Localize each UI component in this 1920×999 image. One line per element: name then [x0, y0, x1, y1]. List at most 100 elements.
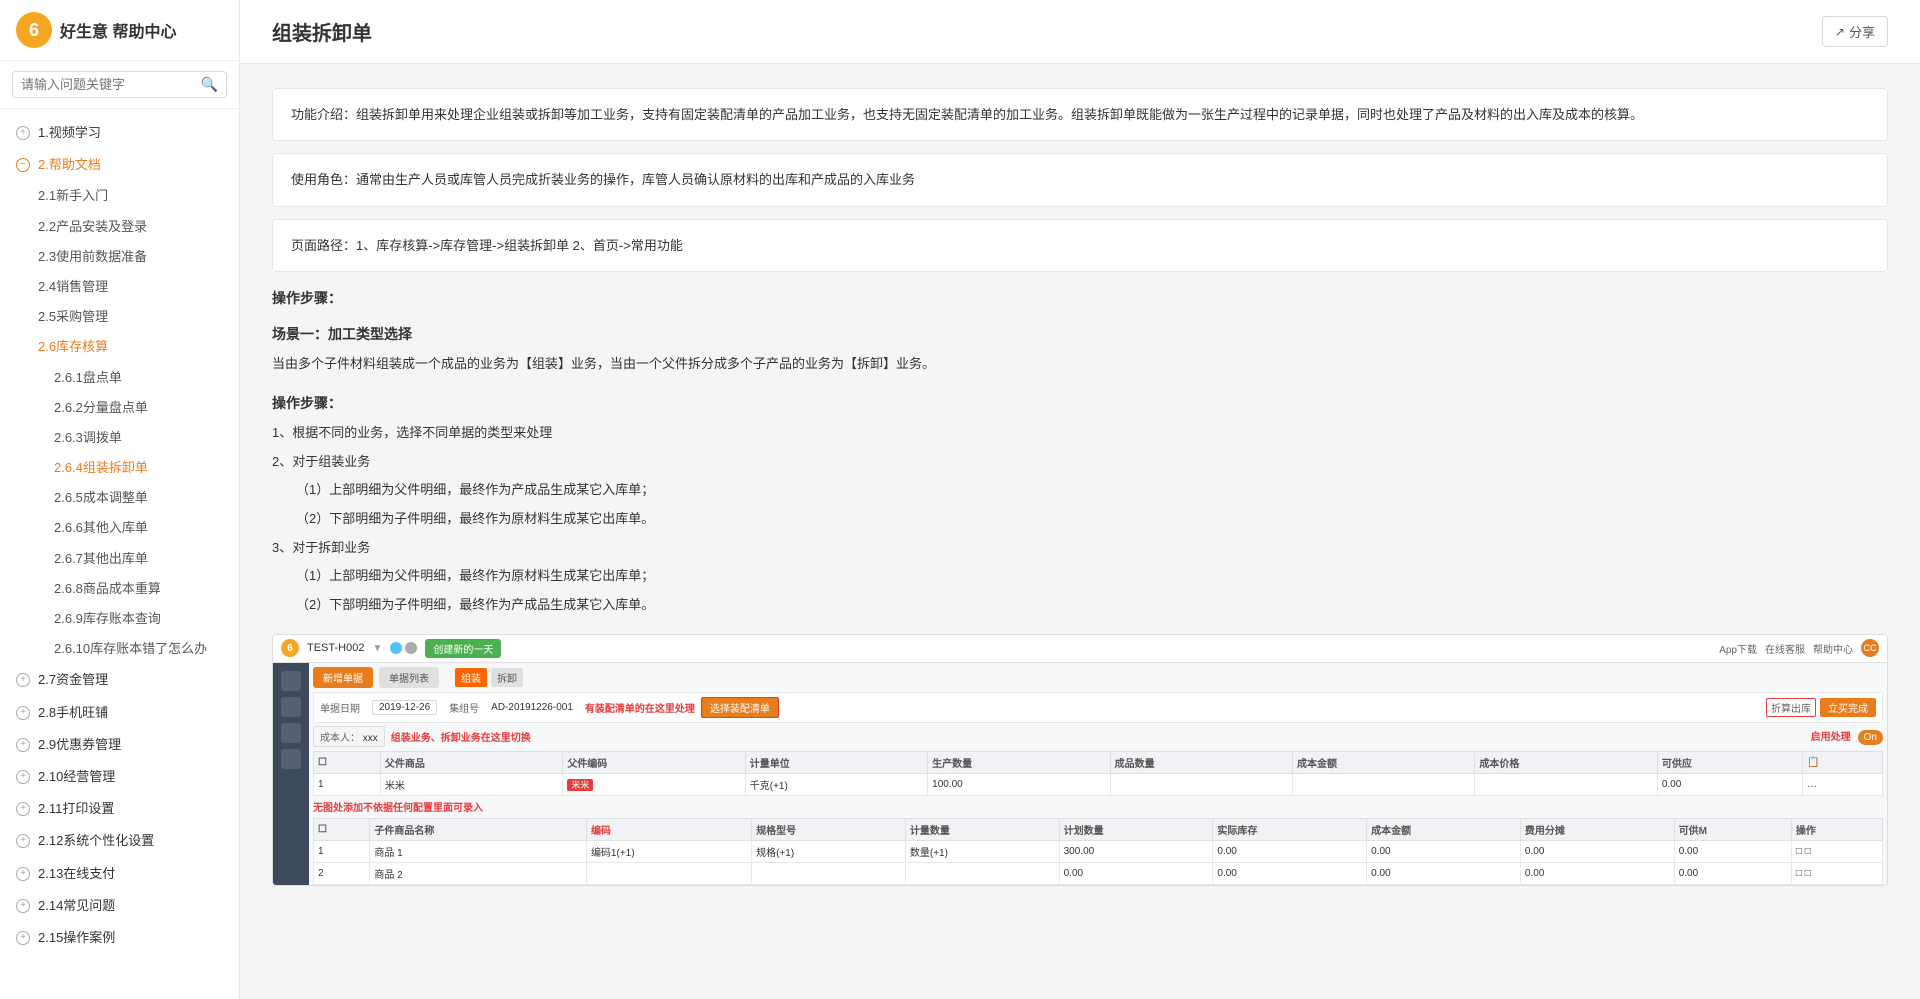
lower-table: ☐ 子件商品名称 编码 规格型号 计量数量 计划数量 实际库存 成本金额 费用分: [313, 818, 1883, 886]
expand-icon10: +: [16, 931, 30, 945]
lcell-actual2: 0.00: [1213, 862, 1367, 884]
code-badge: 米米: [567, 779, 593, 791]
search-wrap[interactable]: 🔍: [12, 71, 227, 98]
lcol-actual: 实际库存: [1213, 818, 1367, 840]
col-available: 可供应: [1657, 751, 1802, 773]
sidebar-item-video[interactable]: + 1.视频学习: [0, 117, 239, 149]
sidebar-item-other-out[interactable]: 2.6.7其他出库单: [0, 544, 239, 574]
sidebar-item-sales[interactable]: 2.4销售管理: [0, 272, 239, 302]
logo-icon: 6: [16, 12, 52, 48]
app-download: App下载: [1719, 641, 1757, 656]
sidebar-item-operations[interactable]: + 2.10经营管理: [0, 761, 239, 793]
sidebar-item-data-prep[interactable]: 2.3使用前数据准备: [0, 242, 239, 272]
app-form-row2: 成本人： xxx 组装业务、拆卸业务在这里切换 启用处理 On: [313, 726, 1883, 747]
lcol-qty2: 计量数量: [905, 818, 1059, 840]
lcell-code1: 编码1(+1): [586, 840, 751, 862]
sidebar-item-assembly[interactable]: 2.6.4组装拆卸单: [0, 453, 239, 483]
upper-table: ☐ 父件商品 父件编码 计量单位 生产数量 成品数量 成本金额 成本价格 可供应: [313, 751, 1883, 796]
lcell-spec1: 规格(+1): [752, 840, 906, 862]
lcell-avail2a: 0.00: [1674, 862, 1791, 884]
cell-comp-qty: [1110, 773, 1292, 795]
sidebar-item-coupon[interactable]: + 2.9优惠券管理: [0, 729, 239, 761]
lcell-spec3: [752, 884, 906, 886]
cell-checkbox: 1: [314, 773, 381, 795]
annotation-process: 启用处理 On: [1811, 728, 1883, 745]
sidebar-item-payment[interactable]: + 2.13在线支付: [0, 858, 239, 890]
sidebar-item-print[interactable]: + 2.11打印设置: [0, 793, 239, 825]
store-label: 折算出库: [1766, 698, 1816, 717]
lcell-name3: [370, 884, 587, 886]
disassemble-tab: 拆卸: [491, 668, 523, 687]
step-3-2: （2）下部明细为子件明细，最终作为产成品生成某它入库单。: [272, 593, 1888, 618]
info-block-role: 使用角色：通常由生产人员或库管人员完成折装业务的操作，库管人员确认原材料的出库和…: [272, 153, 1888, 206]
lcol-subcode: 编码: [586, 818, 751, 840]
sidebar-item-ledger-error[interactable]: 2.6.10库存账本错了怎么办: [0, 634, 239, 664]
lcell-alloc2: 0.00: [1520, 862, 1674, 884]
sidebar-item-label: 2.8手机旺铺: [38, 704, 108, 722]
sidebar-item-label: 2.12系统个性化设置: [38, 832, 154, 850]
sidebar-item-mobile[interactable]: + 2.8手机旺铺: [0, 697, 239, 729]
app-tab-list: 单据列表: [379, 667, 439, 688]
store-area: 折算出库 立买完成: [1766, 698, 1876, 717]
lcell-qty2a: [905, 862, 1059, 884]
lcol-spec: 规格型号: [752, 818, 906, 840]
inventory-label: 2.6库存核算: [38, 339, 108, 354]
sidebar-item-other-in[interactable]: 2.6.6其他入库单: [0, 513, 239, 543]
sidebar-item-stock-detail[interactable]: 2.6.2分量盘点单: [0, 393, 239, 423]
lcell-alloc3: [1520, 884, 1674, 886]
step-2: 2、对于组装业务: [272, 450, 1888, 475]
lower-annotation-text: 无图处添加不依据任何配置里面可录入: [313, 799, 483, 814]
sidebar-item-cost-adjust[interactable]: 2.6.5成本调整单: [0, 483, 239, 513]
annotation-area: 有装配清单的在这里处理 选择装配清单: [585, 697, 779, 718]
sidebar-header: 6 好生意 帮助中心: [0, 0, 239, 61]
topbar-dot2: [405, 642, 417, 654]
expand-icon9: +: [16, 899, 30, 913]
form-sub-info: 成本人： xxx: [313, 726, 385, 747]
cell-item: 米米: [380, 773, 562, 795]
sidebar-item-finance[interactable]: + 2.7资金管理: [0, 664, 239, 696]
main-content: 组装拆卸单 ↗ 分享 功能介绍：组装拆卸单用来处理企业组装或拆卸等加工业务，支持…: [240, 0, 1920, 999]
annotation-text1: 有装配清单的在这里处理: [585, 700, 695, 715]
step-2-1: （1）上部明细为父件明细，最终作为产成品生成某它入库单；: [272, 478, 1888, 503]
app-topbar: 6 TEST-H002 ▼ 创建新的一天 App下载 在线客服 帮助中心 CC: [273, 635, 1887, 663]
lcell-plan1: 300.00: [1059, 840, 1213, 862]
sidebar-item-purchase[interactable]: 2.5采购管理: [0, 302, 239, 332]
sidebar-item-faq[interactable]: + 2.14常见问题: [0, 890, 239, 922]
sidebar-item-transfer[interactable]: 2.6.3调拨单: [0, 423, 239, 453]
cell-prod-qty: 100.00: [928, 773, 1110, 795]
app-left-sidebar: [273, 663, 309, 885]
main-header: 组装拆卸单 ↗ 分享: [240, 0, 1920, 64]
lcell-no3: 3: [314, 884, 370, 886]
share-button[interactable]: ↗ 分享: [1822, 16, 1888, 47]
sidebar-item-inventory[interactable]: 2.6库存核算: [0, 332, 239, 362]
sidebar-item-ledger-query[interactable]: 2.6.9库存账本查询: [0, 604, 239, 634]
sidebar-item-personalize[interactable]: + 2.12系统个性化设置: [0, 825, 239, 857]
sidebar-item-install[interactable]: 2.2产品安装及登录: [0, 212, 239, 242]
qty-value: xxx: [363, 733, 378, 744]
sidebar-item-cost-recalc[interactable]: 2.6.8商品成本重算: [0, 574, 239, 604]
lower-table-row: 2 商品 2 0.00 0.00 0.00 0.00: [314, 862, 1883, 884]
sidebar-item-new-user[interactable]: 2.1新手入门: [0, 181, 239, 211]
sidebar-nav-icon4: [281, 749, 301, 769]
lcell-avail3: [1674, 884, 1791, 886]
topbar-separator: ▼: [372, 643, 382, 654]
lcell-ops2: □ □: [1791, 862, 1882, 884]
new-day-btn: 创建新的一天: [425, 639, 501, 658]
sidebar-item-cases[interactable]: + 2.15操作案例: [0, 922, 239, 954]
assemble-no-value: AD-20191226-001: [491, 702, 573, 713]
page-title: 组装拆卸单: [272, 17, 372, 46]
sidebar-item-help-docs[interactable]: − 2.帮助文档: [0, 149, 239, 181]
table-row: 1 米米 米米 千克(+1) 100.00: [314, 773, 1883, 795]
app-main-area: 新增单据 单据列表 组装 拆卸 单据日期 2019-12-26: [309, 663, 1887, 885]
app-screenshot: 6 TEST-H002 ▼ 创建新的一天 App下载 在线客服 帮助中心 CC: [273, 635, 1887, 885]
lcell-name2: 商品 2: [370, 862, 587, 884]
lcell-code2: [586, 862, 751, 884]
lower-table-container: ☐ 子件商品名称 编码 规格型号 计量数量 计划数量 实际库存 成本金额 费用分: [313, 818, 1883, 886]
sidebar-item-stocktake[interactable]: 2.6.1盘点单: [0, 363, 239, 393]
lcol-cost3: 成本金额: [1367, 818, 1521, 840]
app-logo: 6: [281, 639, 299, 657]
sidebar-item-label: 2.9优惠券管理: [38, 736, 121, 754]
lcell-actual3: [1213, 884, 1367, 886]
sidebar-nav-icon3: [281, 723, 301, 743]
search-input[interactable]: [21, 77, 201, 92]
